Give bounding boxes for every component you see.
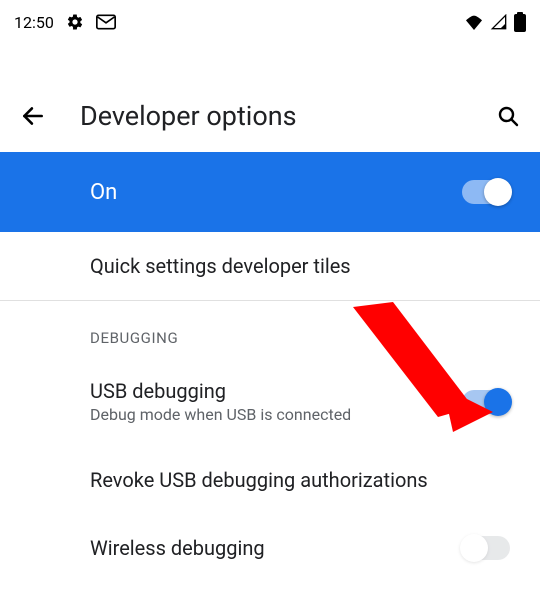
app-header: Developer options <box>0 80 540 152</box>
gear-icon <box>66 13 84 31</box>
section-header-debugging: DEBUGGING <box>0 301 540 357</box>
quick-tiles-title: Quick settings developer tiles <box>90 254 510 278</box>
wireless-debugging-row[interactable]: Wireless debugging <box>0 514 540 568</box>
wireless-debugging-toggle[interactable] <box>462 536 510 560</box>
master-toggle-label: On <box>90 180 462 205</box>
revoke-title: Revoke USB debugging authorizations <box>90 468 510 492</box>
back-button[interactable] <box>20 103 46 129</box>
usb-debugging-toggle[interactable] <box>462 390 510 414</box>
wireless-title: Wireless debugging <box>90 536 462 560</box>
search-button[interactable] <box>496 104 520 128</box>
revoke-usb-debugging-row[interactable]: Revoke USB debugging authorizations <box>0 446 540 514</box>
usb-debugging-row[interactable]: USB debugging Debug mode when USB is con… <box>0 357 540 446</box>
gmail-icon <box>96 14 116 30</box>
master-toggle-switch[interactable] <box>462 180 510 204</box>
developer-options-master-toggle-row[interactable]: On <box>0 152 540 232</box>
status-time: 12:50 <box>14 13 54 32</box>
usb-debugging-title: USB debugging <box>90 379 462 403</box>
usb-debugging-subtitle: Debug mode when USB is connected <box>90 405 462 424</box>
cell-signal-icon <box>490 14 508 30</box>
wifi-icon <box>464 14 484 30</box>
battery-icon <box>514 12 526 32</box>
status-bar: 12:50 <box>0 0 540 44</box>
quick-settings-developer-tiles-row[interactable]: Quick settings developer tiles <box>0 232 540 300</box>
page-title: Developer options <box>80 100 496 132</box>
